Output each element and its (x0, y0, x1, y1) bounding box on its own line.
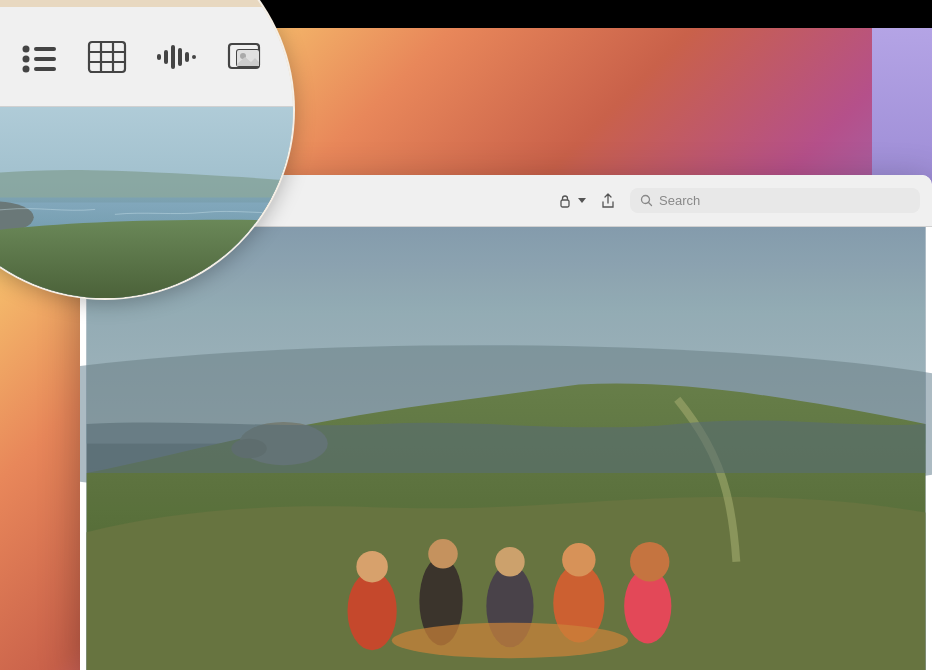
svg-point-24 (23, 65, 30, 72)
magnifier-content: Aa (0, 0, 293, 298)
magnifier-toolbar: Aa (0, 7, 293, 107)
share-button[interactable] (594, 187, 622, 215)
lock-chevron-icon (578, 198, 586, 203)
table-button[interactable] (87, 40, 127, 74)
media-button[interactable] (227, 40, 267, 74)
search-bar[interactable]: Search (630, 188, 920, 213)
svg-rect-23 (34, 57, 56, 61)
list-button[interactable] (21, 41, 59, 73)
toolbar-right-controls: Search (557, 187, 920, 215)
svg-rect-25 (34, 67, 56, 71)
svg-rect-0 (561, 200, 569, 207)
svg-rect-26 (89, 42, 125, 72)
svg-rect-36 (192, 55, 196, 59)
audio-button[interactable] (155, 40, 199, 74)
svg-rect-34 (178, 48, 182, 66)
svg-rect-35 (185, 52, 189, 62)
magnifier-landscape (0, 107, 293, 298)
svg-point-22 (23, 55, 30, 62)
svg-point-20 (23, 45, 30, 52)
search-input-text: Search (659, 193, 700, 208)
svg-rect-21 (34, 47, 56, 51)
svg-rect-32 (164, 50, 168, 64)
lock-button[interactable] (557, 193, 586, 209)
magnifier-lens: Aa (0, 0, 295, 300)
svg-rect-33 (171, 45, 175, 69)
svg-rect-31 (157, 54, 161, 60)
search-icon (640, 194, 653, 207)
